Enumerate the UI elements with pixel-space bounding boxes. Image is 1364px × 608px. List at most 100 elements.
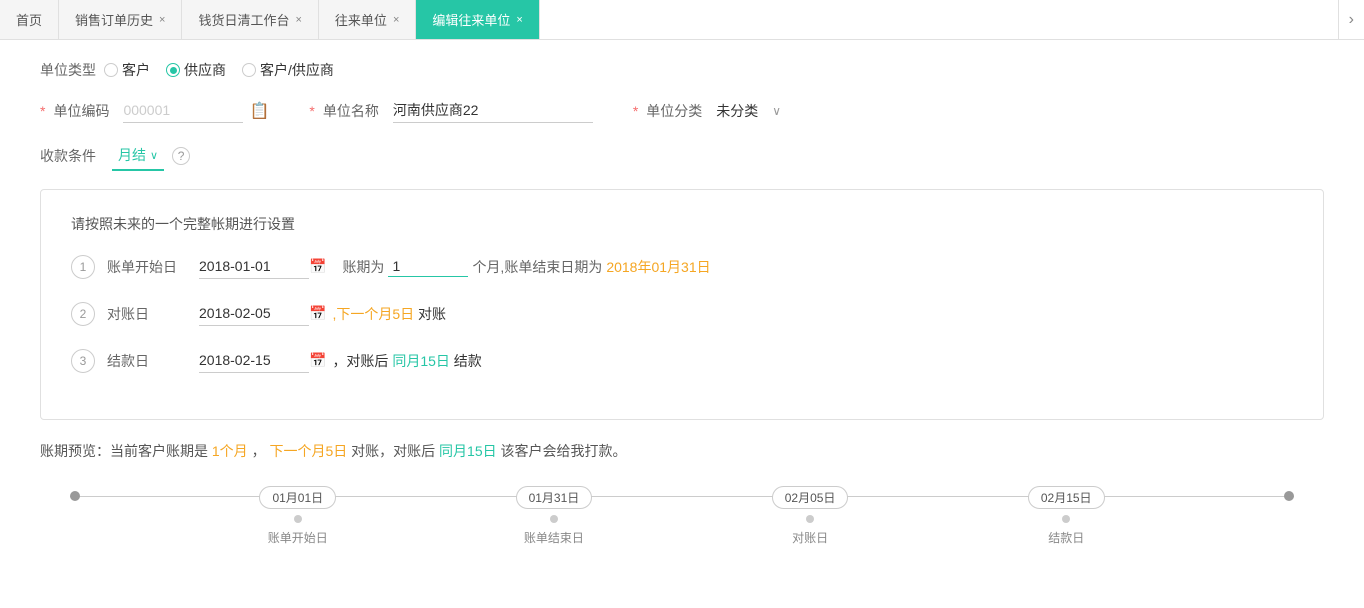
radio-both-circle <box>242 63 256 77</box>
step-1-period-end: 2018年01月31日 <box>606 257 710 277</box>
timeline-start-dot <box>70 486 80 501</box>
step-2-row: 2 对账日 📅 ,下一个月5日 对账 <box>71 301 1293 326</box>
timeline-badge-3: 02月05日 <box>772 486 849 509</box>
unit-category-dropdown-icon[interactable]: ∨ <box>772 104 781 118</box>
unit-code-input[interactable] <box>123 98 243 123</box>
unit-type-label: 单位类型 <box>40 60 96 80</box>
unit-fields-row: * 单位编码 📋 * 单位名称 * 单位分类 未分类 ∨ <box>40 98 1324 123</box>
settings-panel: 请按照未来的一个完整帐期进行设置 1 账单开始日 📅 账期为 个月,账单结束日期… <box>40 189 1324 420</box>
tab-edit-partner-close[interactable]: × <box>516 14 522 26</box>
radio-supplier[interactable]: 供应商 <box>166 60 226 80</box>
step-1-calendar-icon[interactable]: 📅 <box>309 258 326 275</box>
timeline-point-1: 01月01日 账单开始日 <box>259 486 336 546</box>
timeline-label-2: 账单结束日 <box>524 529 584 546</box>
unit-category-label: 单位分类 <box>646 101 702 121</box>
step-1-mid-label: 账期为 <box>342 257 384 277</box>
step-2-orange-part: ,下一个月5日 <box>332 304 414 324</box>
main-content: 单位类型 客户 供应商 客户/供应商 * 单位编码 📋 * 单位名称 <box>0 40 1364 608</box>
timeline-start-circle <box>70 491 80 501</box>
timeline-badge-4: 02月15日 <box>1028 486 1105 509</box>
timeline-dot-2 <box>550 515 558 523</box>
timeline-badge-2: 01月31日 <box>516 486 593 509</box>
radio-supplier-label: 供应商 <box>184 60 226 80</box>
step-3-calendar-icon[interactable]: 📅 <box>309 352 326 369</box>
timeline-label-4: 结款日 <box>1048 529 1084 546</box>
timeline-points: 01月01日 账单开始日 01月31日 账单结束日 02月05日 对账日 02月… <box>70 486 1294 546</box>
tab-sales-history[interactable]: 销售订单历史 × <box>59 0 182 39</box>
summary-part3: 同月15日 <box>439 443 497 459</box>
tab-cash-work[interactable]: 钱货日清工作台 × <box>182 0 318 39</box>
step-2-date-input[interactable] <box>199 301 309 326</box>
step-3-teal-part: 同月15日 <box>392 351 450 371</box>
tab-cash-work-close[interactable]: × <box>295 14 301 26</box>
timeline-container: 01月01日 账单开始日 01月31日 账单结束日 02月05日 对账日 02月… <box>40 486 1324 546</box>
unit-name-input[interactable] <box>393 98 593 123</box>
step-3-suffix: 结款 <box>450 351 482 371</box>
timeline-end-circle <box>1284 491 1294 501</box>
step-2-normal-part: 对账 <box>414 304 446 324</box>
timeline-badge-1: 01月01日 <box>259 486 336 509</box>
payment-condition-row: 收款条件 月结 ∨ ? <box>40 141 1324 171</box>
step-2-num: 2 <box>71 302 95 326</box>
step-1-num: 1 <box>71 255 95 279</box>
step-1-date-input[interactable] <box>199 254 309 279</box>
summary-text: 账期预览：当前客户账期是 1个月 ， 下一个月5日 对账，对账后 同月15日 该… <box>40 440 1324 462</box>
unit-name-label: 单位名称 <box>323 101 379 121</box>
payment-condition-label: 收款条件 <box>40 146 96 166</box>
unit-type-row: 单位类型 客户 供应商 客户/供应商 <box>40 60 1324 80</box>
timeline-end-dot <box>1284 486 1294 501</box>
tab-partner[interactable]: 往来单位 × <box>319 0 416 39</box>
tab-edit-partner[interactable]: 编辑往来单位 × <box>416 0 539 39</box>
timeline-dot-4 <box>1062 515 1070 523</box>
unit-category-star: * <box>633 103 638 119</box>
unit-type-radio-group: 客户 供应商 客户/供应商 <box>104 60 334 80</box>
unit-category-group: * 单位分类 未分类 ∨ <box>633 101 781 121</box>
radio-customer[interactable]: 客户 <box>104 60 150 80</box>
unit-code-star: * <box>40 103 45 119</box>
tab-home-label: 首页 <box>16 10 42 29</box>
step-2-label: 对账日 <box>107 304 187 324</box>
timeline-dot-3 <box>806 515 814 523</box>
tab-home[interactable]: 首页 <box>0 0 59 39</box>
unit-code-icon[interactable]: 📋 <box>249 101 269 121</box>
radio-both[interactable]: 客户/供应商 <box>242 60 334 80</box>
tab-partner-close[interactable]: × <box>393 14 399 26</box>
payment-condition-dropdown[interactable]: 月结 ∨ <box>112 141 164 171</box>
summary-part1: 1个月 <box>212 443 248 459</box>
radio-supplier-circle <box>166 63 180 77</box>
tab-bar: 首页 销售订单历史 × 钱货日清工作台 × 往来单位 × 编辑往来单位 × › <box>0 0 1364 40</box>
tab-sales-history-label: 销售订单历史 <box>75 10 153 29</box>
payment-condition-value: 月结 <box>118 145 146 165</box>
unit-name-group: * 单位名称 <box>309 98 592 123</box>
summary-sep1: ， <box>252 443 266 459</box>
timeline-point-2: 01月31日 账单结束日 <box>516 486 593 546</box>
panel-title: 请按照未来的一个完整帐期进行设置 <box>71 214 1293 234</box>
summary-part2: 下一个月5日 <box>269 443 347 459</box>
step-2-calendar-icon[interactable]: 📅 <box>309 305 326 322</box>
unit-category-value: 未分类 <box>716 101 758 121</box>
radio-customer-label: 客户 <box>122 60 150 80</box>
step-3-num: 3 <box>71 349 95 373</box>
step-3-prefix: ，对账后 <box>332 351 392 371</box>
summary-suffix: 该客户会给我打款。 <box>501 443 627 459</box>
timeline-label-3: 对账日 <box>792 529 828 546</box>
step-1-period-input[interactable] <box>388 256 468 277</box>
unit-name-star: * <box>309 103 314 119</box>
tab-edit-partner-label: 编辑往来单位 <box>432 10 510 29</box>
step-3-row: 3 结款日 📅 ，对账后 同月15日 结款 <box>71 348 1293 373</box>
radio-both-label: 客户/供应商 <box>260 60 334 80</box>
unit-code-label: 单位编码 <box>53 101 109 121</box>
tab-sales-history-close[interactable]: × <box>159 14 165 26</box>
payment-help-icon[interactable]: ? <box>172 147 190 165</box>
tab-more-button[interactable]: › <box>1338 0 1364 39</box>
step-1-row: 1 账单开始日 📅 账期为 个月,账单结束日期为 2018年01月31日 <box>71 254 1293 279</box>
step-3-label: 结款日 <box>107 351 187 371</box>
payment-condition-chevron: ∨ <box>150 149 158 162</box>
timeline-point-3: 02月05日 对账日 <box>772 486 849 546</box>
radio-customer-circle <box>104 63 118 77</box>
tab-cash-work-label: 钱货日清工作台 <box>198 10 289 29</box>
step-1-label: 账单开始日 <box>107 257 187 277</box>
timeline-point-4: 02月15日 结款日 <box>1028 486 1105 546</box>
tab-partner-label: 往来单位 <box>335 10 387 29</box>
step-3-date-input[interactable] <box>199 348 309 373</box>
